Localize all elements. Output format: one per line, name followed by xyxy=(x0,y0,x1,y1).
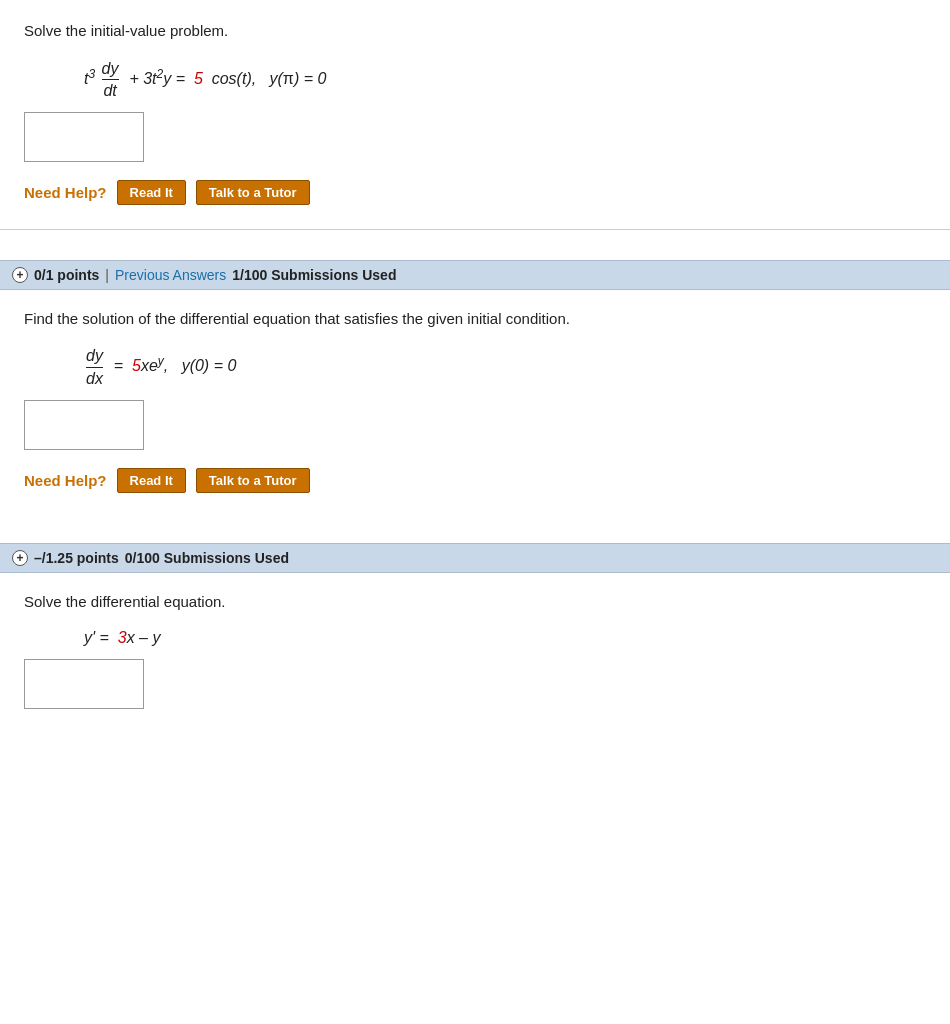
problem-2-submissions: 1/100 Submissions Used xyxy=(232,267,396,283)
problem-3-equation: y' = 3x – y xyxy=(84,629,926,647)
problem-1-answer-input[interactable] xyxy=(24,112,144,162)
problem-2-read-it-button[interactable]: Read It xyxy=(117,468,186,493)
problem-2-statement: Find the solution of the differential eq… xyxy=(24,308,926,331)
spacer-2 xyxy=(0,513,950,543)
problem-1-need-help-label: Need Help? xyxy=(24,184,107,201)
problem-3-points: –/1.25 points xyxy=(34,550,119,566)
problem-2-need-help-label: Need Help? xyxy=(24,472,107,489)
problem-1-statement: Solve the initial-value problem. xyxy=(24,20,926,43)
problem-1-equation: t3 dy dt + 3t2y = 5 cos(t), y(π) = 0 xyxy=(84,59,926,100)
problem-2-header: + 0/1 points | Previous Answers 1/100 Su… xyxy=(0,260,950,290)
problem-3-answer-input[interactable] xyxy=(24,659,144,709)
spacer-1 xyxy=(0,230,950,260)
problem-2-equation: dy dx = 5xey, y(0) = 0 xyxy=(84,346,926,387)
problem-3-submissions: 0/100 Submissions Used xyxy=(125,550,289,566)
problem-2-points: 0/1 points xyxy=(34,267,99,283)
problem-2-body: Find the solution of the differential eq… xyxy=(0,290,950,513)
fraction-dydt: dy dt xyxy=(102,59,119,100)
problem-1-help-row: Need Help? Read It Talk to a Tutor xyxy=(24,180,926,205)
problem-2-prev-answers-link[interactable]: Previous Answers xyxy=(115,267,226,283)
problem-3-plus-icon[interactable]: + xyxy=(12,550,28,566)
problem-2-section: + 0/1 points | Previous Answers 1/100 Su… xyxy=(0,260,950,513)
problem-3-body: Solve the differential equation. y' = 3x… xyxy=(0,573,950,748)
fraction-dydx: dy dx xyxy=(86,346,103,387)
problem-2-answer-input[interactable] xyxy=(24,400,144,450)
problem-1-section: Solve the initial-value problem. t3 dy d… xyxy=(0,0,950,230)
eq2-coeff: 5 xyxy=(132,357,141,374)
problem-2-help-row: Need Help? Read It Talk to a Tutor xyxy=(24,468,926,493)
problem-2-talk-tutor-button[interactable]: Talk to a Tutor xyxy=(196,468,310,493)
problem-2-plus-icon[interactable]: + xyxy=(12,267,28,283)
problem-3-section: + –/1.25 points 0/100 Submissions Used S… xyxy=(0,543,950,748)
problem-2-separator: | xyxy=(105,267,109,283)
eq3-coeff: 3 xyxy=(118,629,127,646)
eq1-rhs: 5 xyxy=(194,69,203,86)
problem-1-talk-tutor-button[interactable]: Talk to a Tutor xyxy=(196,180,310,205)
eq1-t3: t3 dy dt + 3t2y = 5 cos(t), y(π) = 0 xyxy=(84,59,326,100)
problem-3-statement: Solve the differential equation. xyxy=(24,591,926,614)
problem-3-header: + –/1.25 points 0/100 Submissions Used xyxy=(0,543,950,573)
problem-1-read-it-button[interactable]: Read It xyxy=(117,180,186,205)
